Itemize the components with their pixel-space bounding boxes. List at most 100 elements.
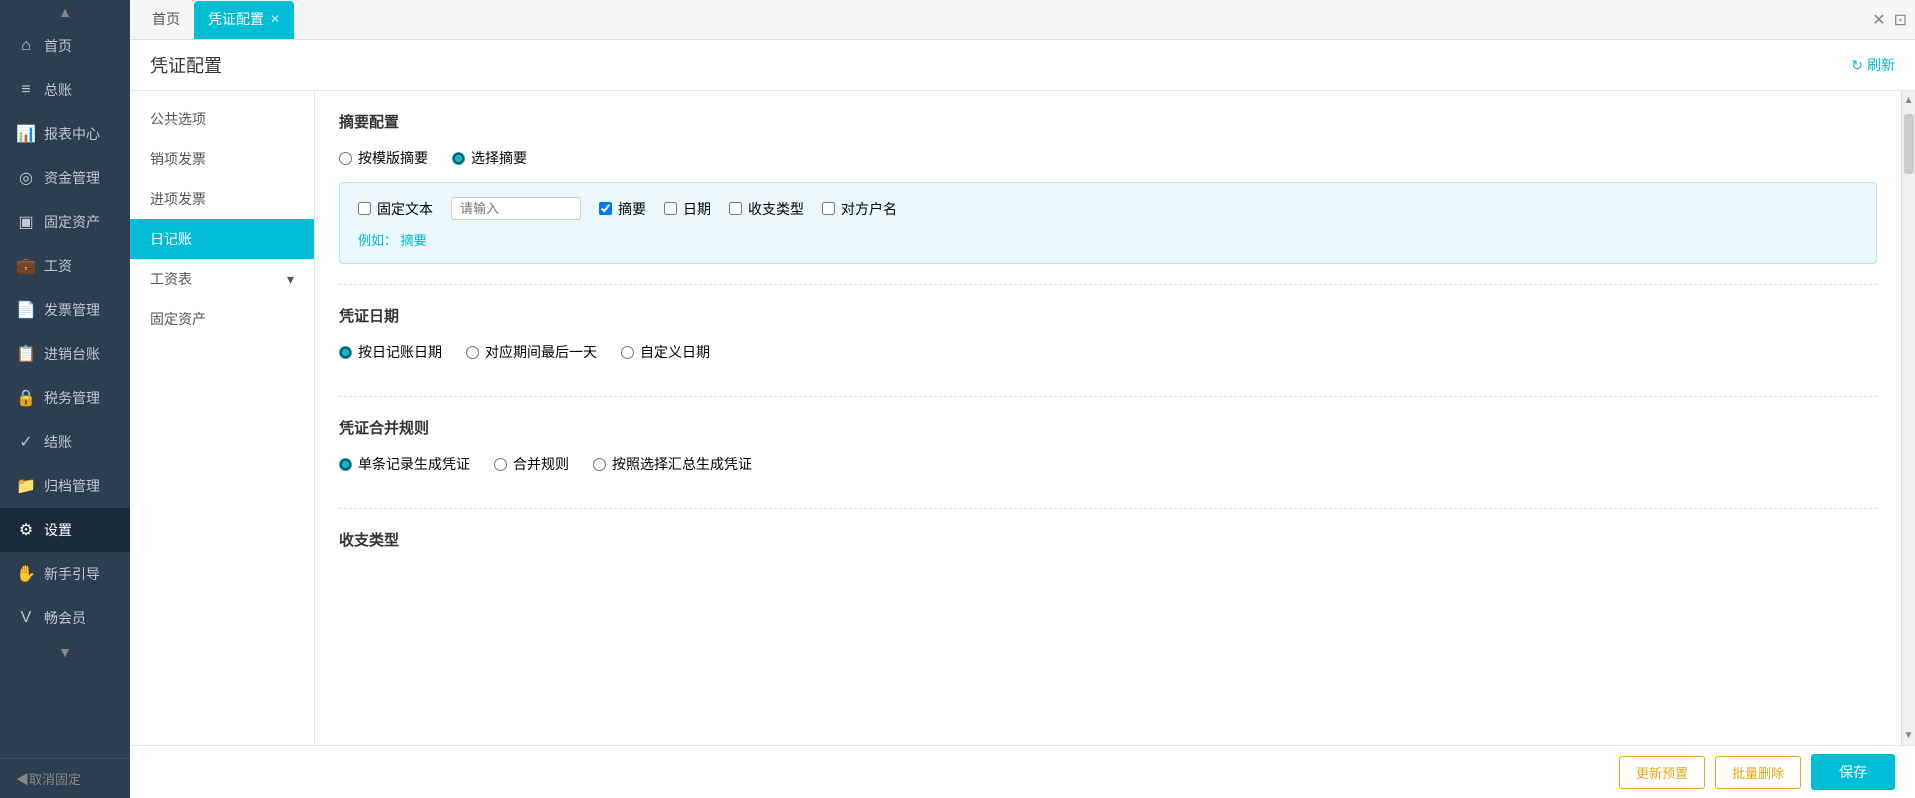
sidebar-item-settings[interactable]: ⚙ 设置 — [0, 508, 130, 552]
section-income-type: 收支类型 — [339, 529, 1877, 586]
section-summary: 摘要配置 按模版摘要 选择摘要 固定文本 — [339, 111, 1877, 285]
window-restore-icon[interactable]: ⊡ — [1894, 10, 1907, 30]
date-option-journal[interactable]: 按日记账日期 — [339, 342, 442, 362]
summary-select-label: 选择摘要 — [471, 148, 527, 168]
left-nav-public[interactable]: 公共选项 — [130, 99, 314, 139]
summary-mode-template[interactable]: 按模版摘要 — [339, 148, 428, 168]
sidebar-item-home[interactable]: ⌂ 首页 — [0, 24, 130, 68]
checkout-icon: ✓ — [16, 432, 36, 452]
journal-date-radio[interactable] — [339, 346, 352, 359]
tab-voucher-config[interactable]: 凭证配置 ✕ — [194, 1, 294, 39]
left-nav-purchase-invoice[interactable]: 进项发票 — [130, 179, 314, 219]
page-header: 凭证配置 ↻ 刷新 — [130, 40, 1915, 91]
window-close-icon[interactable]: ✕ — [1872, 10, 1885, 30]
tab-home[interactable]: 首页 — [138, 1, 194, 39]
funds-icon: ◎ — [16, 168, 36, 188]
left-nav-sales-invoice[interactable]: 销项发票 — [130, 139, 314, 179]
sidebar-item-salary[interactable]: 💼 工资 — [0, 244, 130, 288]
tab-bar: 首页 凭证配置 ✕ ✕ ⊡ — [130, 0, 1915, 40]
invoice-icon: 📄 — [16, 300, 36, 320]
sidebar-item-assets-label: 固定资产 — [44, 212, 100, 232]
period-last-radio[interactable] — [466, 346, 479, 359]
merge-option-single[interactable]: 单条记录生成凭证 — [339, 454, 470, 474]
sidebar-item-reports[interactable]: 📊 报表中心 — [0, 112, 130, 156]
income-type-checkbox[interactable] — [729, 202, 742, 215]
summary-example: 例如： 摘要 — [358, 230, 1858, 249]
sidebar-item-trade[interactable]: 📋 进销台账 — [0, 332, 130, 376]
main-area: 首页 凭证配置 ✕ ✕ ⊡ 凭证配置 ↻ 刷新 公共选项 销项发票 进 — [130, 0, 1915, 798]
unpin-label: ◀取消固定 — [16, 769, 81, 788]
sidebar-item-member[interactable]: V 畅会员 — [0, 596, 130, 640]
scroll-down-arrow[interactable]: ▼ — [1902, 726, 1915, 745]
tab-close-icon[interactable]: ✕ — [270, 12, 280, 26]
fixed-text-input[interactable] — [451, 197, 581, 220]
checkbox-income-type[interactable]: 收支类型 — [729, 199, 804, 219]
content-area: 公共选项 销项发票 进项发票 日记账 工资表 ▾ 固定资产 摘要配置 — [130, 91, 1915, 745]
sidebar-item-funds-label: 资金管理 — [44, 168, 100, 188]
tax-icon: 🔒 — [16, 388, 36, 408]
sidebar-item-checkout[interactable]: ✓ 结账 — [0, 420, 130, 464]
archive-icon: 📁 — [16, 476, 36, 496]
checkbox-counterpart[interactable]: 对方户名 — [822, 199, 897, 219]
sidebar-unpin-button[interactable]: ◀取消固定 — [0, 758, 130, 798]
scroll-rail: ▲ ▼ — [1901, 91, 1915, 745]
tab-bar-actions: ✕ ⊡ — [1872, 10, 1907, 30]
sidebar-item-invoice[interactable]: 📄 发票管理 — [0, 288, 130, 332]
summary-template-radio[interactable] — [339, 152, 352, 165]
sidebar-item-settings-label: 设置 — [44, 520, 72, 540]
merge-option-select-merge[interactable]: 按照选择汇总生成凭证 — [593, 454, 752, 474]
single-record-radio[interactable] — [339, 458, 352, 471]
sidebar-item-guide-label: 新手引导 — [44, 564, 100, 584]
refresh-label: 刷新 — [1867, 55, 1895, 75]
merge-option-rules[interactable]: 合并规则 — [494, 454, 569, 474]
merge-rules-radio[interactable] — [494, 458, 507, 471]
sidebar-item-ledger-label: 总账 — [44, 80, 72, 100]
date-option-period-last[interactable]: 对应期间最后一天 — [466, 342, 597, 362]
summary-checkbox[interactable] — [599, 202, 612, 215]
checkbox-summary[interactable]: 摘要 — [599, 199, 646, 219]
left-nav-journal[interactable]: 日记账 — [130, 219, 314, 259]
home-icon: ⌂ — [16, 37, 36, 55]
date-checkbox[interactable] — [664, 202, 677, 215]
date-option-custom[interactable]: 自定义日期 — [621, 342, 710, 362]
scroll-thumb[interactable] — [1904, 114, 1914, 174]
sidebar-item-ledger[interactable]: ≡ 总账 — [0, 68, 130, 112]
checkbox-fixed-text[interactable]: 固定文本 — [358, 199, 433, 219]
reports-icon: 📊 — [16, 124, 36, 144]
left-nav: 公共选项 销项发票 进项发票 日记账 工资表 ▾ 固定资产 — [130, 91, 315, 745]
select-merge-radio[interactable] — [593, 458, 606, 471]
batch-delete-button[interactable]: 批量删除 — [1715, 756, 1801, 789]
sidebar-item-tax-label: 税务管理 — [44, 388, 100, 408]
section-merge: 凭证合并规则 单条记录生成凭证 合并规则 按照选择汇总生成凭证 — [339, 417, 1877, 509]
checkbox-date[interactable]: 日期 — [664, 199, 711, 219]
page-title: 凭证配置 — [150, 52, 222, 78]
update-preset-button[interactable]: 更新预置 — [1619, 756, 1705, 789]
custom-date-radio[interactable] — [621, 346, 634, 359]
refresh-button[interactable]: ↻ 刷新 — [1851, 55, 1895, 75]
scroll-up-arrow[interactable]: ▲ — [1902, 91, 1915, 110]
settings-icon: ⚙ — [16, 520, 36, 540]
sidebar-scroll-up[interactable]: ▲ — [0, 0, 130, 24]
save-button[interactable]: 保存 — [1811, 754, 1895, 790]
summary-checkbox-group: 固定文本 摘要 日期 收支类型 — [358, 197, 1858, 220]
summary-example-value: 摘要 — [401, 233, 427, 248]
summary-template-label: 按模版摘要 — [358, 148, 428, 168]
summary-section-title: 摘要配置 — [339, 111, 1877, 132]
counterpart-checkbox[interactable] — [822, 202, 835, 215]
sidebar-item-reports-label: 报表中心 — [44, 124, 100, 144]
summary-mode-select[interactable]: 选择摘要 — [452, 148, 527, 168]
left-nav-fixed-assets[interactable]: 固定资产 — [130, 299, 314, 339]
sidebar-item-tax[interactable]: 🔒 税务管理 — [0, 376, 130, 420]
sidebar-item-assets[interactable]: ▣ 固定资产 — [0, 200, 130, 244]
sidebar-scroll-down[interactable]: ▼ — [0, 640, 130, 664]
sidebar-item-member-label: 畅会员 — [44, 608, 86, 628]
sidebar-item-archive[interactable]: 📁 归档管理 — [0, 464, 130, 508]
sidebar-item-archive-label: 归档管理 — [44, 476, 100, 496]
assets-icon: ▣ — [16, 212, 36, 232]
sidebar-item-funds[interactable]: ◎ 资金管理 — [0, 156, 130, 200]
summary-select-radio[interactable] — [452, 152, 465, 165]
sidebar-item-invoice-label: 发票管理 — [44, 300, 100, 320]
left-nav-payroll[interactable]: 工资表 ▾ — [130, 259, 314, 299]
sidebar-item-guide[interactable]: ✋ 新手引导 — [0, 552, 130, 596]
fixed-text-checkbox[interactable] — [358, 202, 371, 215]
